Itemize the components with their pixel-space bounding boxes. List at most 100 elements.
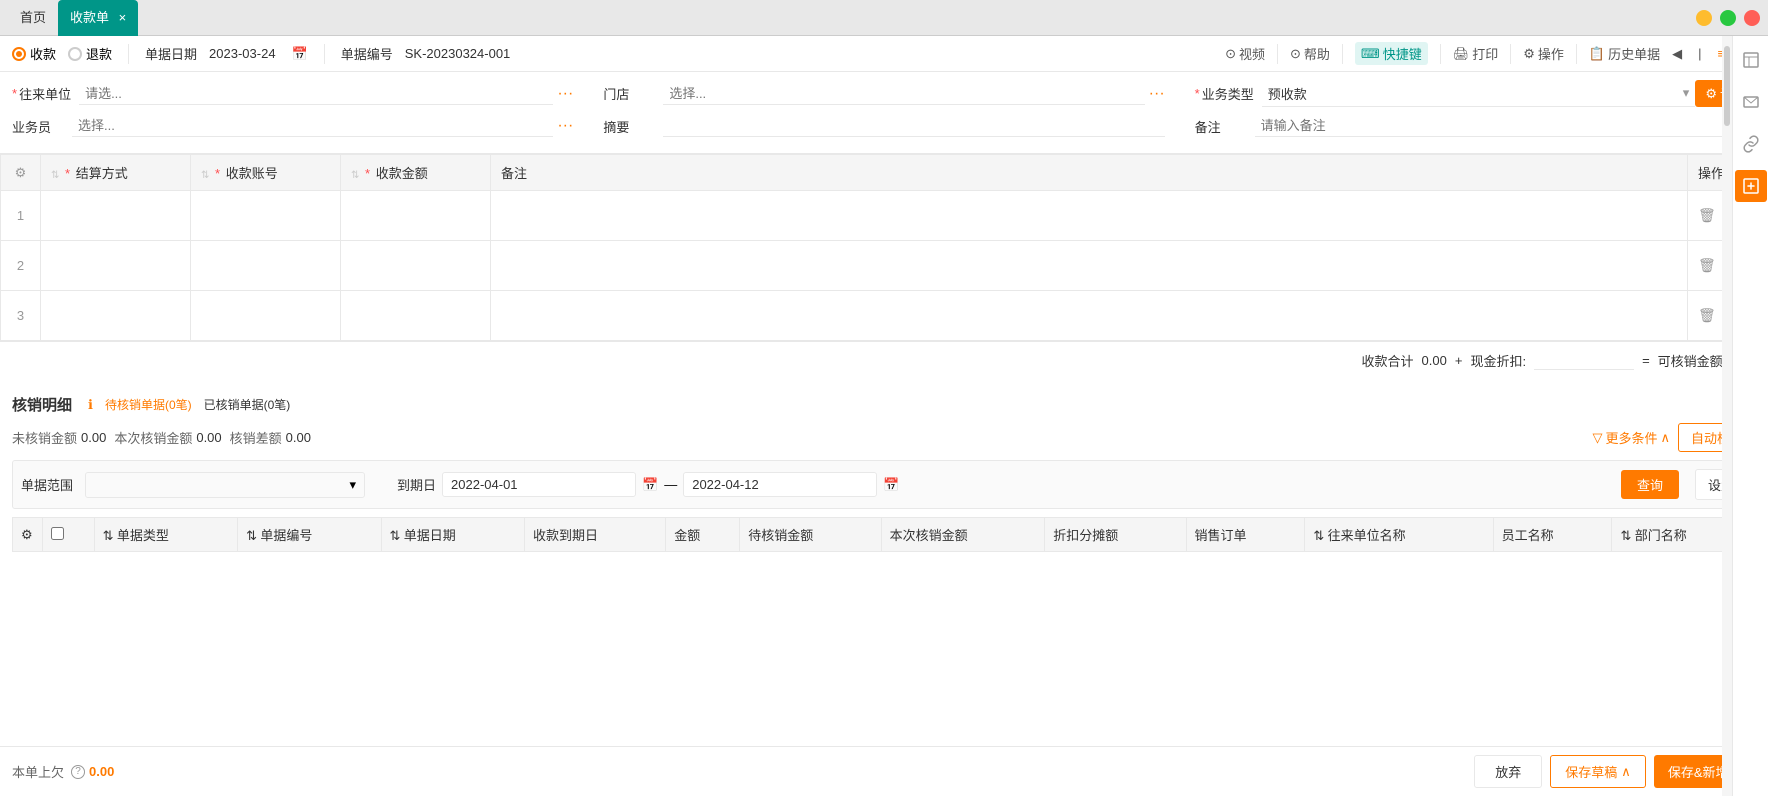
- summary-input[interactable]: [663, 115, 1164, 137]
- video-icon: ⊙: [1225, 46, 1236, 62]
- credit-value: 0.00: [89, 764, 114, 779]
- verify-table: ⚙ ⇅ 单据类型 ⇅ 单据编号: [12, 517, 1756, 552]
- row-1-delete-icon[interactable]: 🗑: [1698, 207, 1716, 224]
- col-checkbox-select[interactable]: [43, 518, 95, 552]
- receipt-table: ⚙ ⇅ * 结算方式 ⇅ * 收款账号 ⇅ * 收款: [0, 154, 1768, 341]
- row-1-settlement[interactable]: [41, 191, 191, 241]
- business-type-label: 业务类型: [1202, 84, 1262, 103]
- sidebar-link-icon[interactable]: [1735, 128, 1767, 160]
- tab-home[interactable]: 首页: [8, 0, 58, 36]
- discard-btn[interactable]: 放弃: [1474, 755, 1542, 788]
- divider-3: [1277, 44, 1278, 64]
- row-2-delete-icon[interactable]: 🗑: [1698, 257, 1716, 274]
- counterpart-field: * 往来单位 ···: [12, 83, 573, 105]
- receipt-refund-toggle: 收款 退款: [12, 44, 112, 63]
- more-filter-btn[interactable]: ▽ 更多条件 ∧: [1592, 428, 1670, 447]
- remark-input[interactable]: [1255, 115, 1756, 137]
- window-maximize-btn[interactable]: [1720, 10, 1736, 26]
- print-btn[interactable]: 🖨 打印: [1453, 44, 1499, 63]
- table-gear-bottom-icon[interactable]: ⚙: [21, 527, 33, 542]
- row-1-amount[interactable]: [341, 191, 491, 241]
- row-2-settlement[interactable]: [41, 241, 191, 291]
- credit-label: 本单上欠: [12, 762, 64, 781]
- business-type-field: * 业务类型 预收款 ▾ ⚙ 设置: [1195, 80, 1756, 107]
- filter-icon: ▽: [1592, 430, 1602, 446]
- pending-tab[interactable]: 待核销单据(0笔): [105, 396, 192, 413]
- operate-btn[interactable]: ⚙ 操作: [1523, 44, 1564, 63]
- credit-info-icon[interactable]: ?: [71, 765, 85, 779]
- select-all-checkbox[interactable]: [51, 527, 64, 540]
- table-row: 2 🗑 ⎘: [1, 241, 1768, 291]
- help-btn[interactable]: ⊙ 帮助: [1290, 44, 1330, 63]
- equals-sign: =: [1642, 353, 1650, 368]
- row-3-delete-icon[interactable]: 🗑: [1698, 307, 1716, 324]
- divider-2: [324, 44, 325, 64]
- business-type-select[interactable]: 预收款 ▾: [1262, 81, 1696, 107]
- table-gear-icon[interactable]: ⚙: [15, 165, 27, 180]
- store-more-btn[interactable]: ···: [1149, 86, 1165, 102]
- counterpart-more-btn[interactable]: ···: [557, 86, 573, 102]
- row-3-num: 3: [1, 291, 41, 341]
- remark-field: 备注: [1195, 115, 1756, 137]
- filter-btn-label: 更多条件: [1605, 428, 1657, 447]
- calendar-icon[interactable]: 📅: [292, 46, 308, 62]
- draft-btn[interactable]: 保存草稿 ∧: [1550, 755, 1646, 788]
- calendar-from-icon[interactable]: 📅: [642, 477, 658, 493]
- receipt-radio[interactable]: 收款: [12, 44, 56, 63]
- col-amount-header: 金额: [666, 518, 740, 552]
- row-2-num: 2: [1, 241, 41, 291]
- refund-radio[interactable]: 退款: [68, 44, 112, 63]
- date-filter-group: 到期日 📅 — 📅: [397, 472, 899, 497]
- row-3-amount[interactable]: [341, 291, 491, 341]
- shortcut-btn[interactable]: ⌨ 快捷键: [1355, 42, 1428, 65]
- row-2-account[interactable]: [191, 241, 341, 291]
- total-label: 收款合计: [1362, 351, 1414, 370]
- tab-receipt[interactable]: 收款单 ×: [58, 0, 138, 36]
- sidebar-expand-icon[interactable]: [1735, 170, 1767, 202]
- row-2-amount[interactable]: [341, 241, 491, 291]
- salesperson-more-btn[interactable]: ···: [557, 118, 573, 134]
- discount-input[interactable]: [1534, 350, 1634, 370]
- col-gear[interactable]: ⚙: [1, 155, 41, 191]
- divider-1: [128, 44, 129, 64]
- col-checkbox-header: ⚙: [13, 518, 43, 552]
- video-btn[interactable]: ⊙ 视频: [1225, 44, 1265, 63]
- nav-left-icon[interactable]: ◀: [1668, 44, 1686, 64]
- row-1-remark[interactable]: [491, 191, 1688, 241]
- counterpart-input[interactable]: [79, 83, 553, 105]
- this-verify-stat: 本次核销金额 0.00: [114, 428, 221, 447]
- range-select[interactable]: ▾: [85, 472, 365, 498]
- help-icon: ⊙: [1290, 46, 1301, 62]
- range-label: 单据范围: [21, 475, 73, 494]
- row-3-remark[interactable]: [491, 291, 1688, 341]
- verify-section: 核销明细 ℹ 待核销单据(0笔) 已核销单据(0笔) 未核销金额 0.00 本次…: [0, 384, 1768, 746]
- row-3-account[interactable]: [191, 291, 341, 341]
- store-input[interactable]: [663, 83, 1144, 105]
- row-1-num: 1: [1, 191, 41, 241]
- date-from-input[interactable]: [442, 472, 636, 497]
- page-footer: 本单上欠 ? 0.00 放弃 保存草稿 ∧ 保存&新增 ∧: [0, 746, 1768, 796]
- sidebar-mail-icon[interactable]: [1735, 86, 1767, 118]
- scrollbar-thumb[interactable]: [1724, 46, 1730, 126]
- history-btn[interactable]: 📋 历史单据: [1589, 44, 1660, 63]
- row-2-remark[interactable]: [491, 241, 1688, 291]
- calendar-to-icon[interactable]: 📅: [883, 477, 899, 493]
- date-to-input[interactable]: [683, 472, 877, 497]
- footer-buttons: 放弃 保存草稿 ∧ 保存&新增 ∧: [1474, 755, 1756, 788]
- sidebar-table-icon[interactable]: [1735, 44, 1767, 76]
- verify-info-icon[interactable]: ℹ: [88, 397, 93, 413]
- business-type-required-star: *: [1195, 86, 1200, 101]
- number-label: 单据编号: [341, 44, 393, 63]
- table-row: 3 🗑 ⎘: [1, 291, 1768, 341]
- date-filter-label: 到期日: [397, 475, 436, 494]
- divider-6: [1510, 44, 1511, 64]
- window-minimize-btn[interactable]: [1696, 10, 1712, 26]
- window-close-btn[interactable]: [1744, 10, 1760, 26]
- row-3-settlement[interactable]: [41, 291, 191, 341]
- done-tab[interactable]: 已核销单据(0笔): [204, 396, 291, 413]
- scrollbar[interactable]: [1722, 36, 1732, 796]
- tab-close-icon[interactable]: ×: [119, 10, 127, 25]
- query-btn[interactable]: 查询: [1621, 470, 1679, 499]
- salesperson-input[interactable]: [72, 115, 553, 137]
- row-1-account[interactable]: [191, 191, 341, 241]
